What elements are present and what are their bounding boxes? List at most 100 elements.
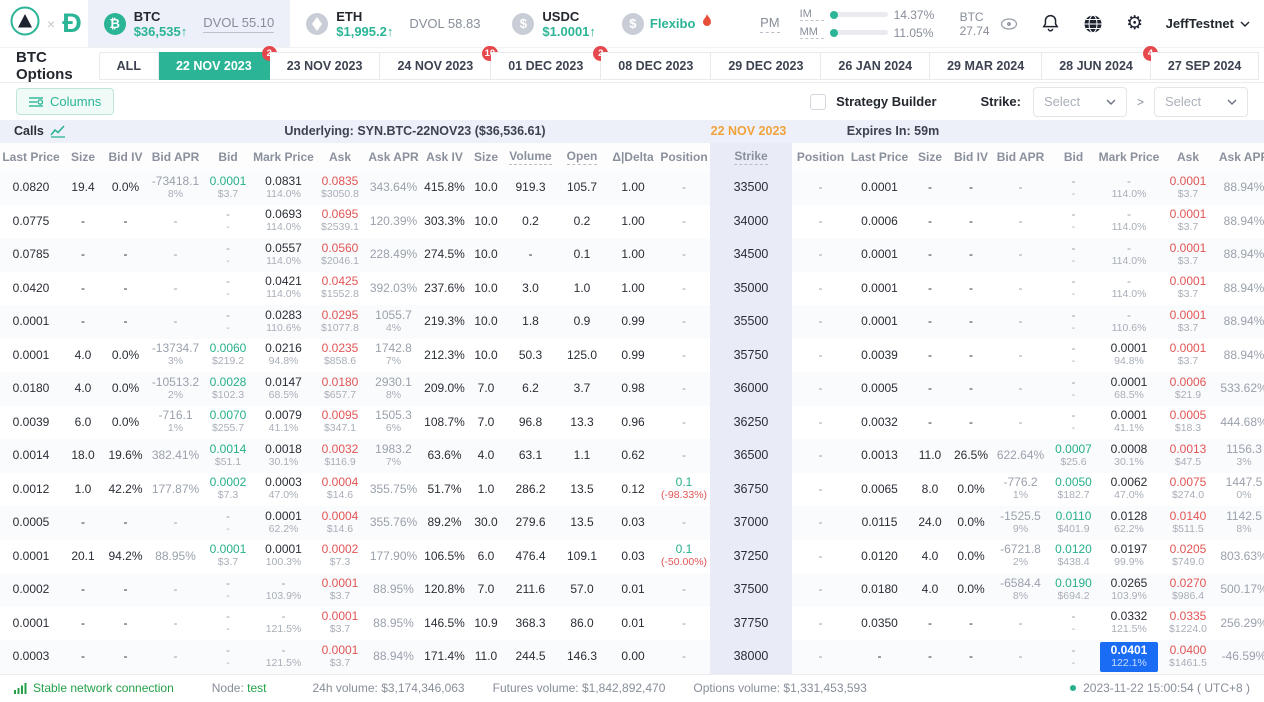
cell-put-bid[interactable]: -- <box>1049 305 1098 339</box>
cell-put-ask[interactable]: 0.0205$749.0 <box>1160 540 1216 574</box>
flexibo-link[interactable]: $ Flexibo <box>612 0 724 47</box>
cell-put-ask[interactable]: 0.0001$3.7 <box>1160 305 1216 339</box>
cell-ask[interactable]: 0.0235$858.6 <box>315 339 365 373</box>
cell-size: 30.0 <box>467 506 505 540</box>
cell-put-ask[interactable]: 0.0006$21.9 <box>1160 372 1216 406</box>
cell-put-bid[interactable]: -- <box>1049 272 1098 306</box>
chart-icon[interactable] <box>50 125 66 138</box>
cell-put-bid[interactable]: -- <box>1049 339 1098 373</box>
cell-put-ask[interactable]: 0.0005$18.3 <box>1160 406 1216 440</box>
strategy-builder-checkbox[interactable] <box>810 94 826 110</box>
cell-put-bid[interactable]: 0.0120$438.4 <box>1049 540 1098 574</box>
cell-size: 10.0 <box>467 205 505 239</box>
asset-usdc[interactable]: $ USDC $1.0001↑ <box>496 0 612 47</box>
cell-ask[interactable]: 0.0180$657.7 <box>315 372 365 406</box>
cell-put-ask[interactable]: 0.0001$3.7 <box>1160 272 1216 306</box>
tab-22-nov-2023[interactable]: 22 NOV 20232 <box>159 52 270 80</box>
cell-ask[interactable]: 0.0835$3050.8 <box>315 171 365 205</box>
dcoin-icon[interactable]: Ð <box>62 10 82 37</box>
col-header-volume[interactable]: Volume <box>505 143 556 171</box>
cell-size: 10.0 <box>467 272 505 306</box>
tab-29-dec-2023[interactable]: 29 DEC 2023 <box>711 52 821 80</box>
cell-ask[interactable]: 0.0560$2046.1 <box>315 238 365 272</box>
tab-26-jan-2024[interactable]: 26 JAN 2024 <box>821 52 930 80</box>
cell-put-bid[interactable]: 0.0050$182.7 <box>1049 473 1098 507</box>
gear-icon[interactable]: ⚙ <box>1124 13 1146 35</box>
bell-icon[interactable] <box>1040 13 1062 35</box>
cell-bid[interactable]: -- <box>204 506 252 540</box>
cell-bid[interactable]: -- <box>204 305 252 339</box>
asset-btc[interactable]: ₿ BTC $36,535↑ DVOL 55.10 <box>88 0 291 47</box>
cell-bid[interactable]: 0.0060$219.2 <box>204 339 252 373</box>
cell-bid[interactable]: -- <box>204 205 252 239</box>
cell-bid[interactable]: -- <box>204 238 252 272</box>
cell-ask[interactable]: 0.0004$14.6 <box>315 473 365 507</box>
col-header-strike[interactable]: Strike <box>710 143 792 171</box>
cell-ask[interactable]: 0.0095$347.1 <box>315 406 365 440</box>
cell-bid[interactable]: -- <box>204 640 252 674</box>
asset-eth[interactable]: ETH $1,995.2↑ DVOL 58.83 <box>290 0 496 47</box>
cell-ask[interactable]: 0.0001$3.7 <box>315 573 365 607</box>
cell-ask[interactable]: 0.0695$2539.1 <box>315 205 365 239</box>
cell-bid[interactable]: -- <box>204 607 252 641</box>
cell-mark-price: 0.0001100.3% <box>252 540 315 574</box>
cell-put-bid-iv: - <box>950 372 992 406</box>
cell-put-bid[interactable]: -- <box>1049 171 1098 205</box>
cell-put-bid[interactable]: 0.0190$694.2 <box>1049 573 1098 607</box>
cell-put-ask[interactable]: 0.0001$3.7 <box>1160 205 1216 239</box>
cell-put-bid[interactable]: -- <box>1049 607 1098 641</box>
strike-to-select[interactable]: Select <box>1154 87 1248 117</box>
cell-put-ask[interactable]: 0.0001$3.7 <box>1160 238 1216 272</box>
cell-put-bid[interactable]: 0.0110$401.9 <box>1049 506 1098 540</box>
tab-24-nov-2023[interactable]: 24 NOV 202310 <box>380 52 491 80</box>
cell-ask[interactable]: 0.0004$14.6 <box>315 506 365 540</box>
cell-ask[interactable]: 0.0001$3.7 <box>315 607 365 641</box>
columns-button[interactable]: Columns <box>16 88 114 115</box>
cell-put-ask[interactable]: 0.0140$511.5 <box>1160 506 1216 540</box>
cell-put-ask[interactable]: 0.0270$986.4 <box>1160 573 1216 607</box>
cell-ask[interactable]: 0.0032$116.9 <box>315 439 365 473</box>
tab-label: 08 DEC 2023 <box>618 59 693 73</box>
cell-put-bid[interactable]: -- <box>1049 640 1098 674</box>
tab-23-nov-2023[interactable]: 23 NOV 2023 <box>270 52 381 80</box>
tab-01-dec-2023[interactable]: 01 DEC 20232 <box>491 52 601 80</box>
cell-ask[interactable]: 0.0001$3.7 <box>315 640 365 674</box>
globe-icon[interactable] <box>1082 13 1104 35</box>
pm-label[interactable]: PM <box>760 15 780 33</box>
cell-bid[interactable]: 0.0001$3.7 <box>204 540 252 574</box>
cell-put-ask[interactable]: 0.0001$3.7 <box>1160 171 1216 205</box>
eth-dvol[interactable]: DVOL 58.83 <box>409 16 480 31</box>
cell-ask[interactable]: 0.0425$1552.8 <box>315 272 365 306</box>
cell-bid[interactable]: 0.0001$3.7 <box>204 171 252 205</box>
cell-put-ask[interactable]: 0.0400$1461.5 <box>1160 640 1216 674</box>
cell-put-ask[interactable]: 0.0013$47.5 <box>1160 439 1216 473</box>
tab-27-sep-2024[interactable]: 27 SEP 2024 <box>1151 52 1259 80</box>
strike-from-select[interactable]: Select <box>1033 87 1127 117</box>
cell-bid[interactable]: 0.0070$255.7 <box>204 406 252 440</box>
cell-put-ask[interactable]: 0.0001$3.7 <box>1160 339 1216 373</box>
cell-put-bid[interactable]: -- <box>1049 205 1098 239</box>
cell-put-bid[interactable]: 0.0007$25.6 <box>1049 439 1098 473</box>
node-info[interactable]: Node: test <box>212 681 267 695</box>
cell-bid[interactable]: 0.0002$7.3 <box>204 473 252 507</box>
tab-29-mar-2024[interactable]: 29 MAR 2024 <box>930 52 1042 80</box>
account-menu[interactable]: JeffTestnet <box>1166 16 1250 31</box>
tab-all[interactable]: ALL <box>99 52 159 80</box>
cell-ask[interactable]: 0.0295$1077.8 <box>315 305 365 339</box>
cell-put-bid[interactable]: -- <box>1049 406 1098 440</box>
tab-28-jun-2024[interactable]: 28 JUN 20244 <box>1042 52 1151 80</box>
cell-bid[interactable]: -- <box>204 573 252 607</box>
cell-ask[interactable]: 0.0002$7.3 <box>315 540 365 574</box>
btc-dvol[interactable]: DVOL 55.10 <box>203 15 274 33</box>
cell-put-ask[interactable]: 0.0075$274.0 <box>1160 473 1216 507</box>
cell-put-bid[interactable]: -- <box>1049 372 1098 406</box>
cell-put-ask[interactable]: 0.0335$1224.0 <box>1160 607 1216 641</box>
tab-08-dec-2023[interactable]: 08 DEC 2023 <box>601 52 711 80</box>
eye-icon[interactable] <box>998 13 1020 35</box>
cell-bid[interactable]: 0.0014$51.1 <box>204 439 252 473</box>
logo-icon[interactable] <box>10 6 40 41</box>
cell-put-bid[interactable]: -- <box>1049 238 1098 272</box>
cell-bid[interactable]: 0.0028$102.3 <box>204 372 252 406</box>
col-header-open[interactable]: Open <box>556 143 608 171</box>
cell-bid[interactable]: -- <box>204 272 252 306</box>
